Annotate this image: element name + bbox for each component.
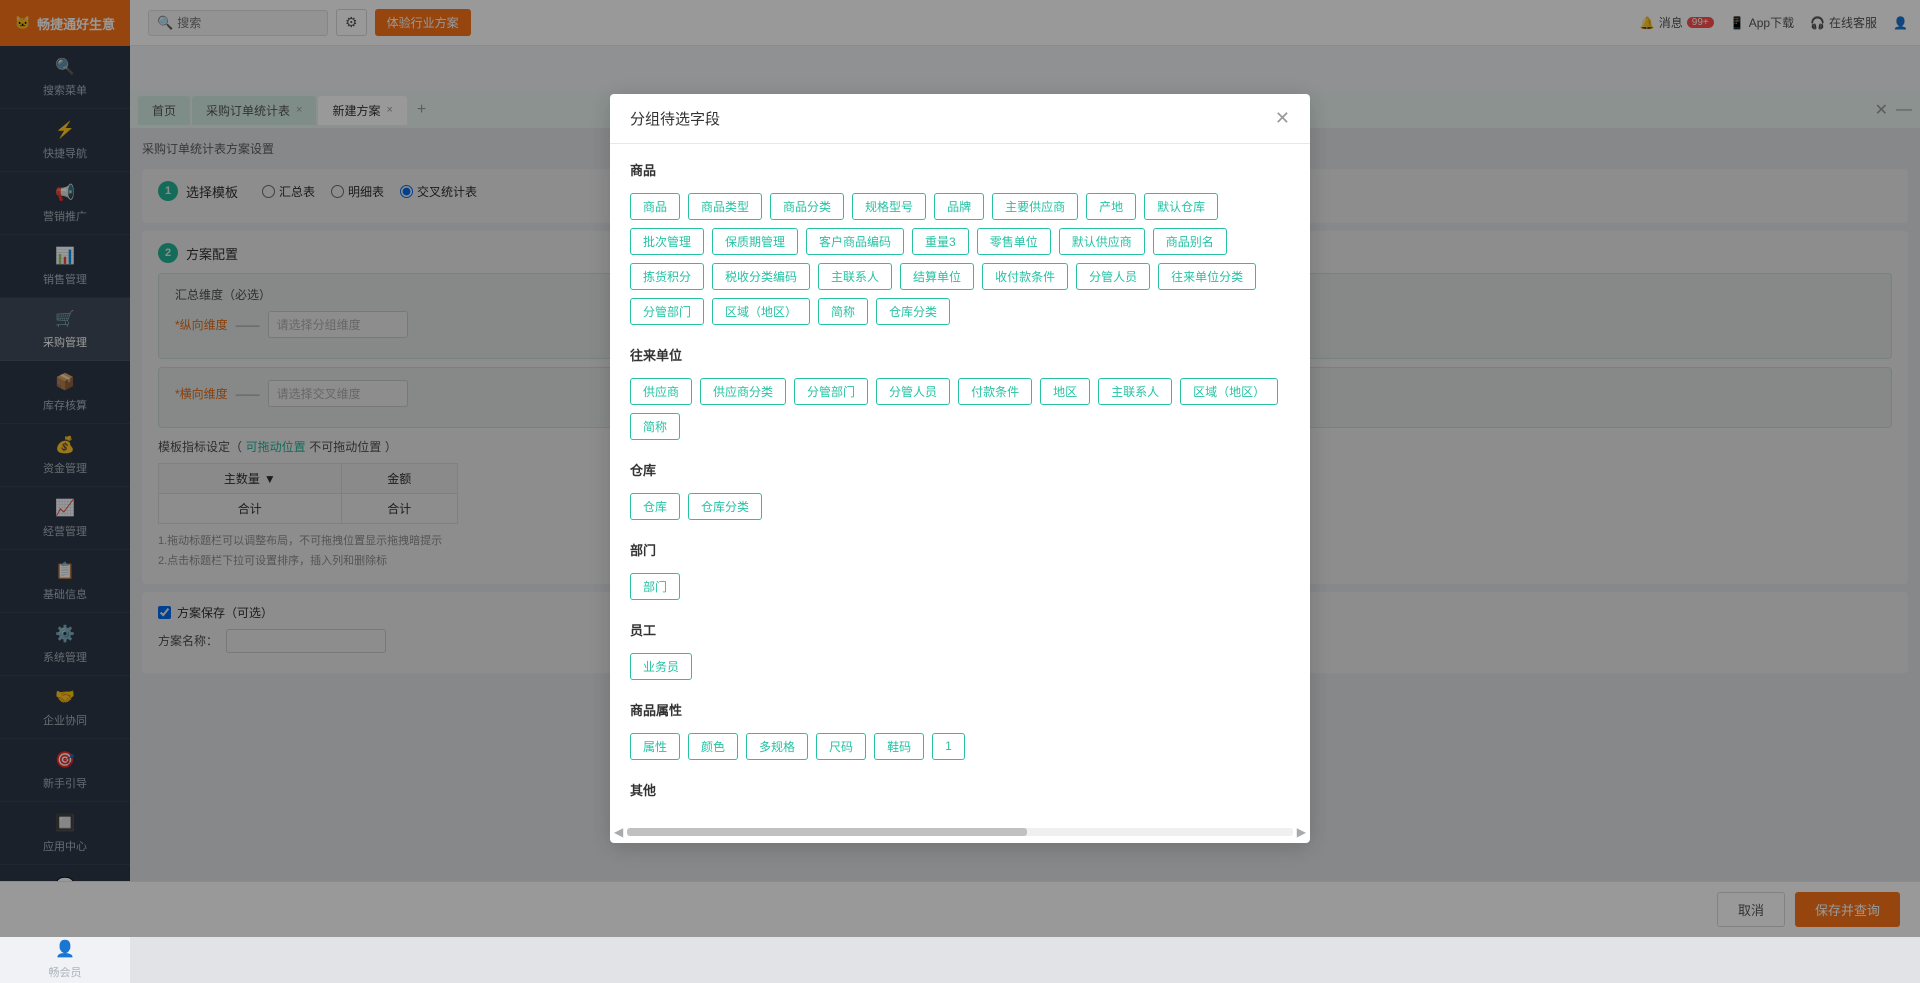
field-tag-supplier[interactable]: 供应商 bbox=[630, 378, 692, 405]
field-tag-partner-dept[interactable]: 分管部门 bbox=[794, 378, 868, 405]
section-product-attr: 商品属性 属性 颜色 多规格 尺码 鞋码 1 bbox=[630, 700, 1290, 760]
field-tag-attribute[interactable]: 属性 bbox=[630, 733, 680, 760]
field-tag-default-warehouse[interactable]: 默认仓库 bbox=[1144, 193, 1218, 220]
modal-title: 分组待选字段 bbox=[630, 108, 720, 129]
field-tag-dept[interactable]: 分管部门 bbox=[630, 298, 704, 325]
section-warehouse-grid: 仓库 仓库分类 bbox=[630, 493, 1290, 520]
field-tag-product-type[interactable]: 商品类型 bbox=[688, 193, 762, 220]
scroll-left-btn[interactable]: ◀ bbox=[614, 825, 623, 839]
field-tag-shoe-size[interactable]: 鞋码 bbox=[874, 733, 924, 760]
modal-close-btn[interactable]: ✕ bbox=[1275, 109, 1290, 127]
section-employee: 员工 业务员 bbox=[630, 620, 1290, 680]
field-tag-product[interactable]: 商品 bbox=[630, 193, 680, 220]
field-tag-color[interactable]: 颜色 bbox=[688, 733, 738, 760]
field-tag-supplier-category[interactable]: 供应商分类 bbox=[700, 378, 786, 405]
section-dept-grid: 部门 bbox=[630, 573, 1290, 600]
modal-header: 分组待选字段 ✕ bbox=[610, 94, 1310, 144]
field-tag-default-supplier[interactable]: 默认供应商 bbox=[1059, 228, 1145, 255]
field-tag-partner-category[interactable]: 往来单位分类 bbox=[1158, 263, 1256, 290]
field-tag-main-contact[interactable]: 主联系人 bbox=[818, 263, 892, 290]
section-employee-title: 员工 bbox=[630, 620, 1290, 643]
modal-hscrollbar[interactable]: ◀ ▶ bbox=[610, 825, 1310, 843]
field-tag-partner-manager[interactable]: 分管人员 bbox=[876, 378, 950, 405]
field-tag-tax-code[interactable]: 税收分类编码 bbox=[712, 263, 810, 290]
field-tag-retail-unit[interactable]: 零售单位 bbox=[977, 228, 1051, 255]
field-tag-main-contact2[interactable]: 主联系人 bbox=[1098, 378, 1172, 405]
section-product-attr-title: 商品属性 bbox=[630, 700, 1290, 723]
modal-overlay: 分组待选字段 ✕ 商品 商品 商品类型 商品分类 规格型号 品牌 主要供应商 产… bbox=[0, 0, 1920, 937]
field-tag-size[interactable]: 尺码 bbox=[816, 733, 866, 760]
scroll-thumb bbox=[627, 828, 1026, 836]
field-tag-warehouse[interactable]: 仓库 bbox=[630, 493, 680, 520]
field-tag-salesperson[interactable]: 业务员 bbox=[630, 653, 692, 680]
field-tag-supervisor[interactable]: 分管人员 bbox=[1076, 263, 1150, 290]
section-partner-grid: 供应商 供应商分类 分管部门 分管人员 付款条件 地区 主联系人 区域（地区） … bbox=[630, 378, 1290, 440]
section-warehouse: 仓库 仓库 仓库分类 bbox=[630, 460, 1290, 520]
field-tag-main-supplier[interactable]: 主要供应商 bbox=[992, 193, 1078, 220]
field-tag-custom1[interactable]: 1 bbox=[932, 733, 965, 760]
field-tag-weight3[interactable]: 重量3 bbox=[912, 228, 969, 255]
section-partner-title: 往来单位 bbox=[630, 345, 1290, 368]
field-tag-dept-only[interactable]: 部门 bbox=[630, 573, 680, 600]
field-tag-customer-code[interactable]: 客户商品编码 bbox=[806, 228, 904, 255]
modal-dialog: 分组待选字段 ✕ 商品 商品 商品类型 商品分类 规格型号 品牌 主要供应商 产… bbox=[610, 94, 1310, 844]
field-tag-multi-spec[interactable]: 多规格 bbox=[746, 733, 808, 760]
field-tag-region[interactable]: 区域（地区） bbox=[712, 298, 810, 325]
section-product-title: 商品 bbox=[630, 160, 1290, 183]
section-warehouse-title: 仓库 bbox=[630, 460, 1290, 483]
field-tag-payment-cond[interactable]: 付款条件 bbox=[958, 378, 1032, 405]
field-tag-origin[interactable]: 产地 bbox=[1086, 193, 1136, 220]
section-dept-title: 部门 bbox=[630, 540, 1290, 563]
scroll-right-btn[interactable]: ▶ bbox=[1297, 825, 1306, 839]
field-tag-warehouse-type[interactable]: 仓库分类 bbox=[688, 493, 762, 520]
section-dept: 部门 部门 bbox=[630, 540, 1290, 600]
field-tag-spec-model[interactable]: 规格型号 bbox=[852, 193, 926, 220]
field-tag-product-category[interactable]: 商品分类 bbox=[770, 193, 844, 220]
field-tag-region2[interactable]: 区域（地区） bbox=[1180, 378, 1278, 405]
field-tag-abbr2[interactable]: 简称 bbox=[630, 413, 680, 440]
field-tag-area[interactable]: 地区 bbox=[1040, 378, 1090, 405]
field-tag-brand[interactable]: 品牌 bbox=[934, 193, 984, 220]
section-other-title: 其他 bbox=[630, 780, 1290, 803]
field-tag-batch-mgmt[interactable]: 批次管理 bbox=[630, 228, 704, 255]
modal-body[interactable]: 商品 商品 商品类型 商品分类 规格型号 品牌 主要供应商 产地 默认仓库 批次… bbox=[610, 144, 1310, 826]
section-product-attr-grid: 属性 颜色 多规格 尺码 鞋码 1 bbox=[630, 733, 1290, 760]
section-other: 其他 bbox=[630, 780, 1290, 813]
section-product: 商品 商品 商品类型 商品分类 规格型号 品牌 主要供应商 产地 默认仓库 批次… bbox=[630, 160, 1290, 325]
field-tag-pick-points[interactable]: 拣货积分 bbox=[630, 263, 704, 290]
field-tag-alias[interactable]: 商品别名 bbox=[1153, 228, 1227, 255]
field-tag-payment-terms[interactable]: 收付款条件 bbox=[982, 263, 1068, 290]
section-employee-grid: 业务员 bbox=[630, 653, 1290, 680]
section-partner: 往来单位 供应商 供应商分类 分管部门 分管人员 付款条件 地区 主联系人 区域… bbox=[630, 345, 1290, 440]
section-product-grid: 商品 商品类型 商品分类 规格型号 品牌 主要供应商 产地 默认仓库 批次管理 … bbox=[630, 193, 1290, 325]
field-tag-settlement-unit[interactable]: 结算单位 bbox=[900, 263, 974, 290]
field-tag-abbr[interactable]: 简称 bbox=[818, 298, 868, 325]
field-tag-warehouse-category[interactable]: 仓库分类 bbox=[876, 298, 950, 325]
field-tag-shelf-life[interactable]: 保质期管理 bbox=[712, 228, 798, 255]
